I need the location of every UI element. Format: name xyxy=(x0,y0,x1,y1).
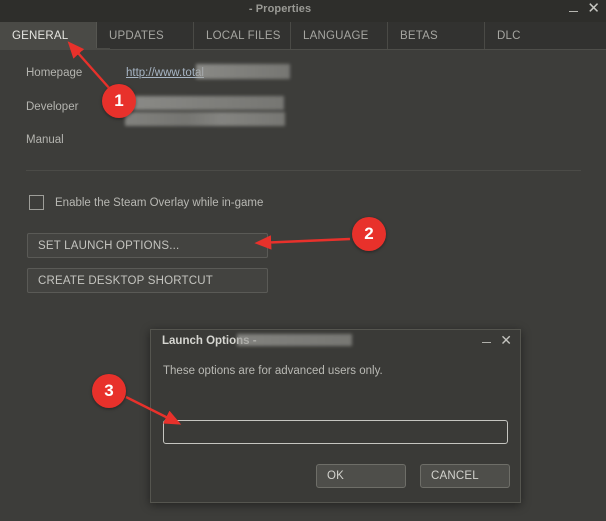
steam-overlay-checkbox[interactable] xyxy=(29,195,44,210)
steam-overlay-row[interactable]: Enable the Steam Overlay while in-game xyxy=(29,195,263,210)
homepage-link[interactable]: http://www.total xyxy=(126,67,204,79)
steam-overlay-label: Enable the Steam Overlay while in-game xyxy=(55,196,264,209)
dialog-window-controls: ✕ xyxy=(482,333,512,347)
tab-bar: GENERAL UPDATES LOCAL FILES LANGUAGE BET… xyxy=(0,22,606,49)
annotation-badge-2: 2 xyxy=(352,217,386,251)
tab-local-files[interactable]: LOCAL FILES xyxy=(194,22,291,49)
redaction-developer-line1 xyxy=(131,96,284,110)
annotation-badge-3: 3 xyxy=(92,374,126,408)
tab-label: UPDATES xyxy=(109,29,164,42)
tab-dlc[interactable]: DLC xyxy=(485,22,605,49)
tab-general[interactable]: GENERAL xyxy=(0,22,97,49)
button-label: OK xyxy=(327,470,345,482)
tab-label: DLC xyxy=(497,29,521,42)
button-label: SET LAUNCH OPTIONS... xyxy=(38,239,180,252)
tab-label: GENERAL xyxy=(12,29,69,42)
window-controls: ✕ xyxy=(569,1,600,16)
tab-label: BETAS xyxy=(400,29,438,42)
developer-label: Developer xyxy=(26,101,79,113)
cancel-button[interactable]: CANCEL xyxy=(420,464,510,488)
annotation-badge-1: 1 xyxy=(102,84,136,118)
launch-options-input-wrapper[interactable] xyxy=(163,420,508,444)
homepage-label: Homepage xyxy=(26,67,83,79)
button-label: CREATE DESKTOP SHORTCUT xyxy=(38,274,213,287)
redaction-developer-line2 xyxy=(125,112,285,126)
tab-label: LOCAL FILES xyxy=(206,29,281,42)
minimize-icon[interactable] xyxy=(569,3,579,15)
manual-label: Manual xyxy=(26,134,64,146)
window-titlebar: - Properties ✕ xyxy=(0,0,606,22)
redaction-dialog-title xyxy=(237,334,352,346)
close-icon[interactable]: ✕ xyxy=(500,333,512,347)
close-icon[interactable]: ✕ xyxy=(587,1,600,16)
create-desktop-shortcut-button[interactable]: CREATE DESKTOP SHORTCUT xyxy=(27,268,268,293)
set-launch-options-button[interactable]: SET LAUNCH OPTIONS... xyxy=(27,233,268,258)
button-label: CANCEL xyxy=(431,470,479,482)
tab-language[interactable]: LANGUAGE xyxy=(291,22,388,49)
minimize-icon[interactable] xyxy=(482,334,492,346)
section-divider xyxy=(26,170,581,171)
launch-options-input[interactable] xyxy=(164,421,507,443)
ok-button[interactable]: OK xyxy=(316,464,406,488)
tab-active-indicator xyxy=(0,48,110,50)
tab-label: LANGUAGE xyxy=(303,29,369,42)
window-title: - Properties xyxy=(248,3,312,15)
launch-options-dialog: Launch Options - ✕ These options are for… xyxy=(150,329,521,503)
dialog-description: These options are for advanced users onl… xyxy=(163,365,383,377)
tab-updates[interactable]: UPDATES xyxy=(97,22,194,49)
redaction-homepage xyxy=(196,64,290,79)
tab-betas[interactable]: BETAS xyxy=(388,22,485,49)
properties-window: - Properties ✕ GENERAL UPDATES LOCAL FIL… xyxy=(0,0,606,521)
